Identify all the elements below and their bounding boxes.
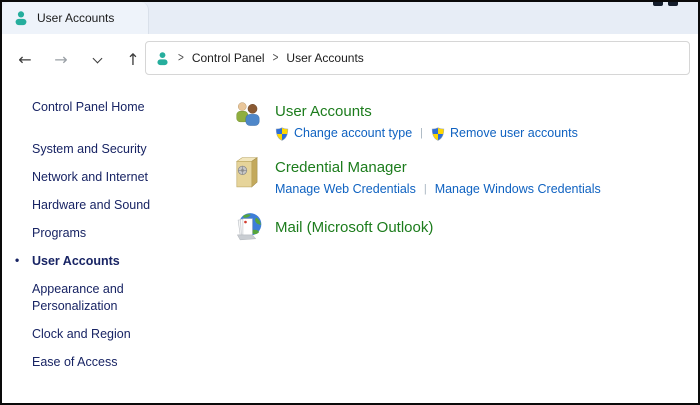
window-body: User Accounts ← → ↑ > Control P <box>2 2 698 403</box>
sidebar-item-network-and-internet[interactable]: Network and Internet <box>32 169 202 186</box>
location-user-icon[interactable] <box>155 51 170 66</box>
sidebar-item-clock-and-region[interactable]: Clock and Region <box>32 326 202 343</box>
link-label: Manage Windows Credentials <box>435 182 601 197</box>
remove-user-accounts-link[interactable]: Remove user accounts <box>431 126 578 141</box>
section-body: Credential Manager Manage Web Credential… <box>275 156 601 197</box>
forward-icon[interactable]: → <box>50 46 72 72</box>
breadcrumb-item-user-accounts[interactable]: User Accounts <box>286 51 363 65</box>
section-user-accounts: User Accounts <box>234 100 601 141</box>
window-tab-user-accounts[interactable]: User Accounts <box>2 2 149 34</box>
back-icon[interactable]: ← <box>14 46 36 72</box>
link-label: Change account type <box>294 126 412 141</box>
breadcrumb-separator: > <box>178 51 184 65</box>
section-body: Mail (Microsoft Outlook) <box>275 212 433 242</box>
link-label: Manage Web Credentials <box>275 182 416 197</box>
sidebar-item-programs[interactable]: Programs <box>32 225 202 242</box>
sidebar-item-system-and-security[interactable]: System and Security <box>32 141 202 158</box>
active-bullet: • <box>15 252 19 269</box>
section-title-credential-manager[interactable]: Credential Manager <box>275 158 601 177</box>
sidebar-item-label: User Accounts <box>32 254 120 268</box>
task-links: Change account type | <box>275 126 578 141</box>
user-icon <box>13 10 29 26</box>
section-title-user-accounts[interactable]: User Accounts <box>275 102 578 121</box>
sidebar-item-hardware-and-sound[interactable]: Hardware and Sound <box>32 197 202 214</box>
titlebar: User Accounts <box>2 2 698 34</box>
section-body: User Accounts <box>275 100 578 141</box>
breadcrumb-item-control-panel[interactable]: Control Panel <box>192 51 265 65</box>
uac-shield-icon <box>431 127 445 141</box>
window-title: User Accounts <box>37 11 114 25</box>
up-icon[interactable]: ↑ <box>122 46 144 72</box>
credential-manager-icon[interactable] <box>234 156 266 197</box>
mail-icon[interactable] <box>234 212 266 242</box>
user-accounts-icon[interactable] <box>234 100 266 141</box>
sidebar-item-appearance-and-personalization[interactable]: Appearance and Personalization <box>32 281 202 315</box>
manage-windows-credentials-link[interactable]: Manage Windows Credentials <box>435 182 601 197</box>
task-links: Manage Web Credentials | Manage Windows … <box>275 182 601 197</box>
link-label: Remove user accounts <box>450 126 578 141</box>
main-content: User Accounts <box>234 100 601 257</box>
app-window: User Accounts ← → ↑ > Control P <box>0 0 700 405</box>
recent-locations-chevron-icon[interactable] <box>86 46 108 72</box>
link-divider: | <box>420 126 423 141</box>
nav-buttons: ← → ↑ <box>14 34 144 84</box>
manage-web-credentials-link[interactable]: Manage Web Credentials <box>275 182 416 197</box>
navigation-bar: ← → ↑ > Control Panel > User Accounts <box>2 34 698 84</box>
sidebar-item-ease-of-access[interactable]: Ease of Access <box>32 354 202 371</box>
link-divider: | <box>424 182 427 197</box>
sidebar: Control Panel Home System and Security N… <box>32 99 202 382</box>
sidebar-item-user-accounts[interactable]: • User Accounts <box>32 253 202 270</box>
section-credential-manager: Credential Manager Manage Web Credential… <box>234 156 601 197</box>
change-account-type-link[interactable]: Change account type <box>275 126 412 141</box>
section-title-mail[interactable]: Mail (Microsoft Outlook) <box>275 218 433 237</box>
cropped-window-control-mark <box>653 2 663 6</box>
section-mail: Mail (Microsoft Outlook) <box>234 212 601 242</box>
address-bar[interactable]: > Control Panel > User Accounts <box>145 41 690 75</box>
uac-shield-icon <box>275 127 289 141</box>
breadcrumb-separator: > <box>273 51 279 65</box>
sidebar-item-control-panel-home[interactable]: Control Panel Home <box>32 99 202 116</box>
cropped-window-control-mark <box>668 2 678 6</box>
